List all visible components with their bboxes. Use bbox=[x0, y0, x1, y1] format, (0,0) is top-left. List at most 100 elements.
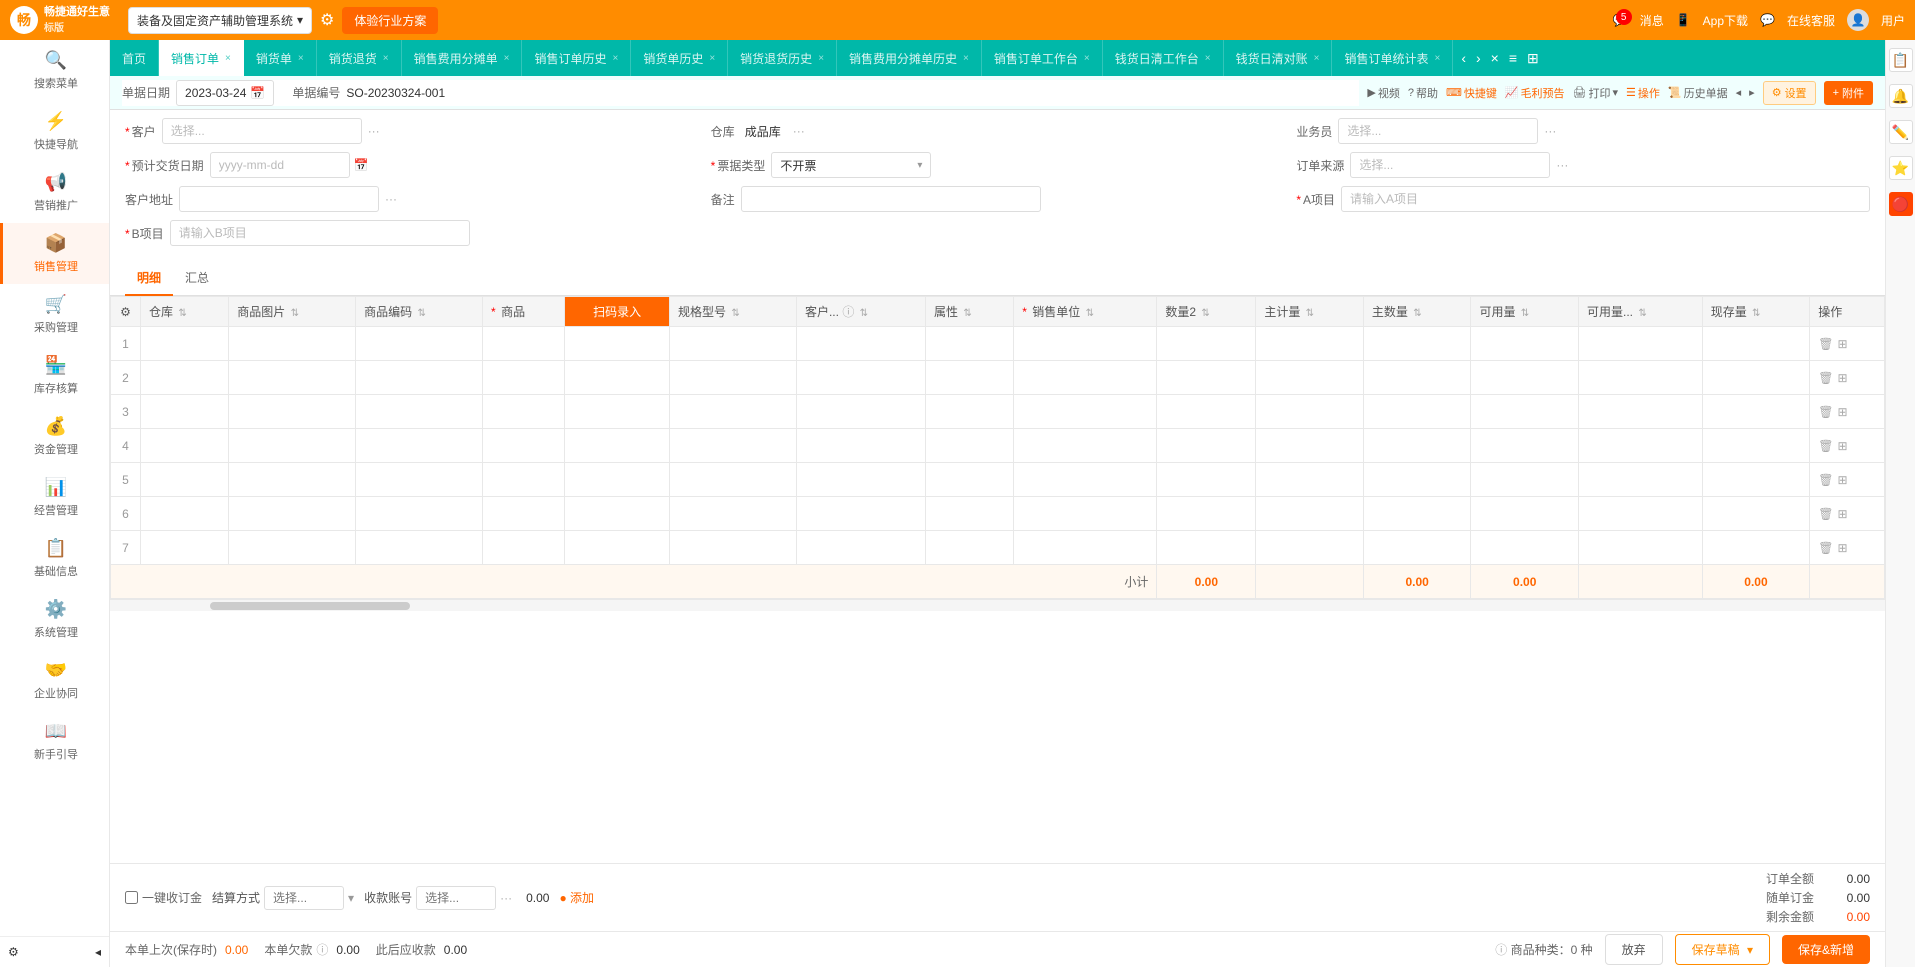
row-3-qty2[interactable] bbox=[1157, 395, 1256, 429]
sidebar-settings-icon[interactable]: ⚙ bbox=[8, 945, 19, 959]
row-7-main-unit[interactable] bbox=[1256, 531, 1364, 565]
row-5-stock[interactable] bbox=[1702, 463, 1810, 497]
row-1-available2[interactable] bbox=[1579, 327, 1703, 361]
history-btn[interactable]: 📜 历史单据 bbox=[1668, 85, 1728, 101]
tab-fee-split[interactable]: 销售费用分摊单 × bbox=[402, 40, 523, 76]
sidebar-collapse-icon[interactable]: ◂ bbox=[95, 945, 101, 959]
row-7-img[interactable] bbox=[229, 531, 356, 565]
col-attr[interactable]: 属性 ⇅ bbox=[926, 297, 1014, 327]
sidebar-item-system[interactable]: ⚙️ 系统管理 bbox=[0, 589, 109, 650]
row-6-available2[interactable] bbox=[1579, 497, 1703, 531]
row-4-delete-icon[interactable]: 🗑 bbox=[1818, 439, 1833, 453]
addr-input[interactable] bbox=[179, 186, 379, 212]
tab-sales-goods-close[interactable]: × bbox=[298, 53, 304, 64]
tab-expand[interactable]: ⊞ bbox=[1523, 48, 1543, 69]
row-1-main-qty[interactable] bbox=[1363, 327, 1471, 361]
row-4-available2[interactable] bbox=[1579, 429, 1703, 463]
addr-dots[interactable]: ··· bbox=[385, 192, 397, 206]
row-1-available[interactable] bbox=[1471, 327, 1579, 361]
row-5-code[interactable] bbox=[356, 463, 483, 497]
row-1-delete-icon[interactable]: 🗑 bbox=[1818, 337, 1833, 351]
tab-fee-history-close[interactable]: × bbox=[963, 53, 969, 64]
row-2-cust-spec[interactable] bbox=[796, 361, 925, 395]
tab-home[interactable]: 首页 bbox=[110, 40, 159, 76]
col-scan[interactable]: 扫码录入 bbox=[565, 297, 670, 327]
tab-return[interactable]: 销货退货 × bbox=[317, 40, 402, 76]
customer-input[interactable] bbox=[162, 118, 362, 144]
sidebar-item-purchase[interactable]: 🛒 采购管理 bbox=[0, 284, 109, 345]
sidebar-item-operations[interactable]: 📊 经营管理 bbox=[0, 467, 109, 528]
tab-sales-order[interactable]: 销售订单 × bbox=[159, 40, 244, 76]
row-3-stock[interactable] bbox=[1702, 395, 1810, 429]
row-6-attr[interactable] bbox=[926, 497, 1014, 531]
row-4-cust-spec[interactable] bbox=[796, 429, 925, 463]
sidebar-item-guide[interactable]: 📖 新手引导 bbox=[0, 711, 109, 772]
nav-left-btn[interactable]: ◂ bbox=[1736, 86, 1742, 99]
tab-sales-goods[interactable]: 销货单 × bbox=[244, 40, 317, 76]
settings-icon[interactable]: ⚙ bbox=[320, 10, 334, 30]
row-3-copy-icon[interactable]: ⊞ bbox=[1837, 405, 1847, 419]
row-7-scan[interactable] bbox=[565, 531, 670, 565]
one-click-checkbox-label[interactable]: 一键收订金 bbox=[125, 889, 202, 906]
nav-right-btn[interactable]: ▸ bbox=[1749, 86, 1755, 99]
setting-button[interactable]: ⚙ 设置 bbox=[1763, 81, 1816, 105]
salesperson-dots[interactable]: ··· bbox=[1544, 124, 1556, 138]
row-7-unit[interactable] bbox=[1014, 531, 1157, 565]
row-6-cust-spec[interactable] bbox=[796, 497, 925, 531]
tab-return-close[interactable]: × bbox=[383, 53, 389, 64]
row-7-qty2[interactable] bbox=[1157, 531, 1256, 565]
salesperson-input[interactable] bbox=[1338, 118, 1538, 144]
row-5-qty2[interactable] bbox=[1157, 463, 1256, 497]
tab-stats[interactable]: 销售订单统计表 × bbox=[1332, 40, 1453, 76]
row-3-available2[interactable] bbox=[1579, 395, 1703, 429]
customer-dots[interactable]: ··· bbox=[368, 124, 380, 138]
sidebar-item-inventory[interactable]: 🏪 库存核算 bbox=[0, 345, 109, 406]
one-click-checkbox[interactable] bbox=[125, 891, 138, 904]
tab-fee-split-close[interactable]: × bbox=[504, 53, 510, 64]
warehouse-dots[interactable]: ··· bbox=[793, 124, 805, 138]
tab-prev-arrow[interactable]: ‹ bbox=[1457, 48, 1470, 68]
row-6-spec[interactable] bbox=[670, 497, 797, 531]
row-4-main-unit[interactable] bbox=[1256, 429, 1364, 463]
col-code[interactable]: 商品编码 ⇅ bbox=[356, 297, 483, 327]
row-3-main-qty[interactable] bbox=[1363, 395, 1471, 429]
row-7-main-qty[interactable] bbox=[1363, 531, 1471, 565]
operation-btn[interactable]: ☰ 操作 bbox=[1626, 85, 1660, 101]
app-download-label[interactable]: App下载 bbox=[1703, 12, 1748, 29]
scroll-thumb[interactable] bbox=[210, 602, 410, 610]
row-2-qty2[interactable] bbox=[1157, 361, 1256, 395]
row-7-available2[interactable] bbox=[1579, 531, 1703, 565]
account-input[interactable] bbox=[416, 886, 496, 910]
row-7-attr[interactable] bbox=[926, 531, 1014, 565]
delivery-date-input[interactable] bbox=[210, 152, 350, 178]
row-2-delete-icon[interactable]: 🗑 bbox=[1818, 371, 1833, 385]
row-2-img[interactable] bbox=[229, 361, 356, 395]
row-4-available[interactable] bbox=[1471, 429, 1579, 463]
row-5-unit[interactable] bbox=[1014, 463, 1157, 497]
tab-sales-order-close[interactable]: × bbox=[225, 53, 231, 64]
row-5-main-unit[interactable] bbox=[1256, 463, 1364, 497]
tab-fee-history[interactable]: 销售费用分摊单历史 × bbox=[837, 40, 982, 76]
row-3-main-unit[interactable] bbox=[1256, 395, 1364, 429]
col-img[interactable]: 商品图片 ⇅ bbox=[229, 297, 356, 327]
row-5-warehouse[interactable] bbox=[141, 463, 229, 497]
print-btn[interactable]: 🖨 打印 ▾ bbox=[1573, 85, 1619, 101]
row-4-img[interactable] bbox=[229, 429, 356, 463]
sidebar-item-finance[interactable]: 💰 资金管理 bbox=[0, 406, 109, 467]
tab-order-history[interactable]: 销售订单历史 × bbox=[522, 40, 631, 76]
row-3-warehouse[interactable] bbox=[141, 395, 229, 429]
row-3-scan[interactable] bbox=[565, 395, 670, 429]
row-5-delete-icon[interactable]: 🗑 bbox=[1818, 473, 1833, 487]
tab-daily-workbench[interactable]: 钱货日清工作台 × bbox=[1103, 40, 1224, 76]
row-7-available[interactable] bbox=[1471, 531, 1579, 565]
row-1-attr[interactable] bbox=[926, 327, 1014, 361]
row-4-code[interactable] bbox=[356, 429, 483, 463]
order-source-input[interactable] bbox=[1350, 152, 1550, 178]
draft-button[interactable]: 保存草稿 ▾ bbox=[1675, 934, 1770, 965]
row-5-img[interactable] bbox=[229, 463, 356, 497]
col-goods[interactable]: 商品 bbox=[483, 297, 565, 327]
row-6-code[interactable] bbox=[356, 497, 483, 531]
sidebar-item-quick[interactable]: ⚡ 快捷导航 bbox=[0, 101, 109, 162]
right-panel-bell-icon[interactable]: 🔔 bbox=[1889, 84, 1913, 108]
tab-goods-history-close[interactable]: × bbox=[709, 53, 715, 64]
